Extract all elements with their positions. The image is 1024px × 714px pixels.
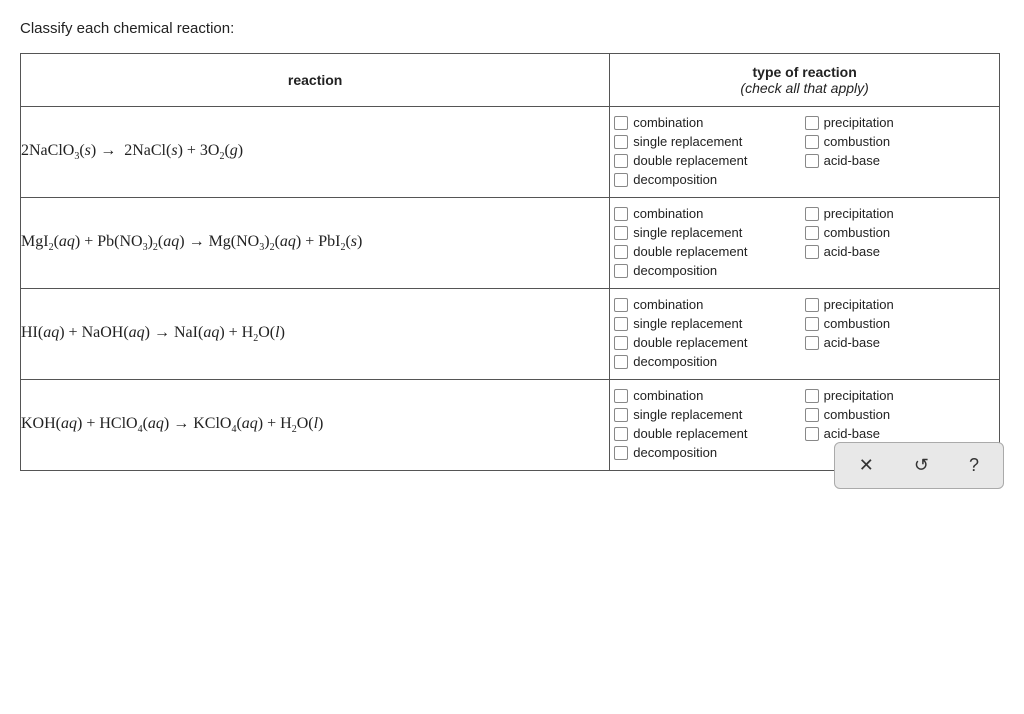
options-row: single replacement combustion (614, 134, 995, 149)
checkbox-combination-3[interactable]: combination (614, 297, 804, 312)
checkbox-icon[interactable] (614, 389, 628, 403)
checkbox-decomposition-2[interactable]: decomposition (614, 263, 995, 278)
checkbox-icon[interactable] (614, 298, 628, 312)
checkbox-icon[interactable] (614, 135, 628, 149)
options-layout-2: combination precipitation single replace… (610, 198, 999, 288)
close-button[interactable]: ✕ (851, 451, 882, 480)
checkbox-precipitation-2[interactable]: precipitation (805, 206, 995, 221)
page-title: Classify each chemical reaction: (20, 20, 1004, 37)
reaction-equation-1: 2NaClO3(s) → 2NaCl(s) + 3O2(g) (21, 142, 243, 159)
action-buttons-panel: ✕ ↺ ? (834, 442, 1004, 489)
checkbox-icon[interactable] (805, 226, 819, 240)
reaction-equation-3: HI(aq) + NaOH(aq) → NaI(aq) + H2O(l) (21, 324, 285, 341)
checkbox-icon[interactable] (805, 135, 819, 149)
reaction-cell-1: 2NaClO3(s) → 2NaCl(s) + 3O2(g) (21, 107, 610, 198)
checkbox-icon[interactable] (614, 173, 628, 187)
checkbox-double-replacement-4[interactable]: double replacement (614, 426, 804, 441)
checkbox-combustion-3[interactable]: combustion (805, 316, 995, 331)
checkbox-double-replacement-2[interactable]: double replacement (614, 244, 804, 259)
checkbox-icon[interactable] (805, 317, 819, 331)
reaction-cell-3: HI(aq) + NaOH(aq) → NaI(aq) + H2O(l) (21, 289, 610, 380)
help-button[interactable]: ? (961, 451, 987, 480)
checkbox-acid-base-3[interactable]: acid-base (805, 335, 995, 350)
checkbox-icon[interactable] (614, 207, 628, 221)
checkbox-icon[interactable] (614, 264, 628, 278)
checkbox-single-replacement-2[interactable]: single replacement (614, 225, 804, 240)
checkbox-double-replacement-3[interactable]: double replacement (614, 335, 804, 350)
checkbox-precipitation-1[interactable]: precipitation (805, 115, 995, 130)
options-row: decomposition (614, 172, 995, 187)
options-row: double replacement acid-base (614, 426, 995, 441)
checkbox-precipitation-3[interactable]: precipitation (805, 297, 995, 312)
options-row: single replacement combustion (614, 407, 995, 422)
checkbox-icon[interactable] (805, 207, 819, 221)
reaction-equation-4: KOH(aq) + HClO4(aq) → KClO4(aq) + H2O(l) (21, 415, 323, 432)
checkbox-combination-2[interactable]: combination (614, 206, 804, 221)
col-type-header: type of reaction (check all that apply) (610, 54, 1000, 107)
checkbox-icon[interactable] (805, 427, 819, 441)
checkbox-acid-base-4[interactable]: acid-base (805, 426, 995, 441)
options-row: double replacement acid-base (614, 153, 995, 168)
options-row: decomposition (614, 263, 995, 278)
col-reaction-header: reaction (21, 54, 610, 107)
checkbox-combustion-1[interactable]: combustion (805, 134, 995, 149)
checkbox-decomposition-1[interactable]: decomposition (614, 172, 995, 187)
options-cell-2: combination precipitation single replace… (610, 198, 1000, 289)
checkbox-acid-base-2[interactable]: acid-base (805, 244, 995, 259)
checkbox-icon[interactable] (805, 154, 819, 168)
checkbox-icon[interactable] (614, 336, 628, 350)
checkbox-icon[interactable] (805, 336, 819, 350)
checkbox-icon[interactable] (805, 389, 819, 403)
options-row: single replacement combustion (614, 316, 995, 331)
options-layout-1: combination precipitation single replace… (610, 107, 999, 197)
reaction-cell-2: MgI2(aq) + Pb(NO3)2(aq) → Mg(NO3)2(aq) +… (21, 198, 610, 289)
checkbox-icon[interactable] (614, 226, 628, 240)
options-layout-3: combination precipitation single replace… (610, 289, 999, 379)
checkbox-icon[interactable] (614, 154, 628, 168)
checkbox-single-replacement-1[interactable]: single replacement (614, 134, 804, 149)
options-row: combination precipitation (614, 115, 995, 130)
reaction-equation-2: MgI2(aq) + Pb(NO3)2(aq) → Mg(NO3)2(aq) +… (21, 233, 362, 250)
options-row: single replacement combustion (614, 225, 995, 240)
checkbox-acid-base-1[interactable]: acid-base (805, 153, 995, 168)
checkbox-icon[interactable] (614, 446, 628, 460)
checkbox-combustion-4[interactable]: combustion (805, 407, 995, 422)
options-row: combination precipitation (614, 297, 995, 312)
checkbox-icon[interactable] (805, 116, 819, 130)
options-row: combination precipitation (614, 388, 995, 403)
checkbox-decomposition-3[interactable]: decomposition (614, 354, 995, 369)
checkbox-icon[interactable] (614, 408, 628, 422)
checkbox-icon[interactable] (614, 355, 628, 369)
classification-table: reaction type of reaction (check all tha… (20, 53, 1000, 471)
table-row: HI(aq) + NaOH(aq) → NaI(aq) + H2O(l) com… (21, 289, 1000, 380)
options-cell-3: combination precipitation single replace… (610, 289, 1000, 380)
checkbox-precipitation-4[interactable]: precipitation (805, 388, 995, 403)
options-row: combination precipitation (614, 206, 995, 221)
reaction-cell-4: KOH(aq) + HClO4(aq) → KClO4(aq) + H2O(l) (21, 380, 610, 471)
checkbox-icon[interactable] (614, 245, 628, 259)
options-row: double replacement acid-base (614, 335, 995, 350)
refresh-button[interactable]: ↺ (906, 451, 937, 480)
options-row: decomposition (614, 354, 995, 369)
checkbox-icon[interactable] (805, 298, 819, 312)
checkbox-combustion-2[interactable]: combustion (805, 225, 995, 240)
checkbox-icon[interactable] (614, 116, 628, 130)
page-container: Classify each chemical reaction: reactio… (20, 20, 1004, 471)
checkbox-single-replacement-4[interactable]: single replacement (614, 407, 804, 422)
checkbox-combination-1[interactable]: combination (614, 115, 804, 130)
checkbox-double-replacement-1[interactable]: double replacement (614, 153, 804, 168)
checkbox-icon[interactable] (614, 317, 628, 331)
table-row: 2NaClO3(s) → 2NaCl(s) + 3O2(g) combinati… (21, 107, 1000, 198)
options-cell-1: combination precipitation single replace… (610, 107, 1000, 198)
checkbox-icon[interactable] (805, 408, 819, 422)
options-row: double replacement acid-base (614, 244, 995, 259)
checkbox-icon[interactable] (805, 245, 819, 259)
checkbox-combination-4[interactable]: combination (614, 388, 804, 403)
checkbox-icon[interactable] (614, 427, 628, 441)
table-row: MgI2(aq) + Pb(NO3)2(aq) → Mg(NO3)2(aq) +… (21, 198, 1000, 289)
checkbox-single-replacement-3[interactable]: single replacement (614, 316, 804, 331)
